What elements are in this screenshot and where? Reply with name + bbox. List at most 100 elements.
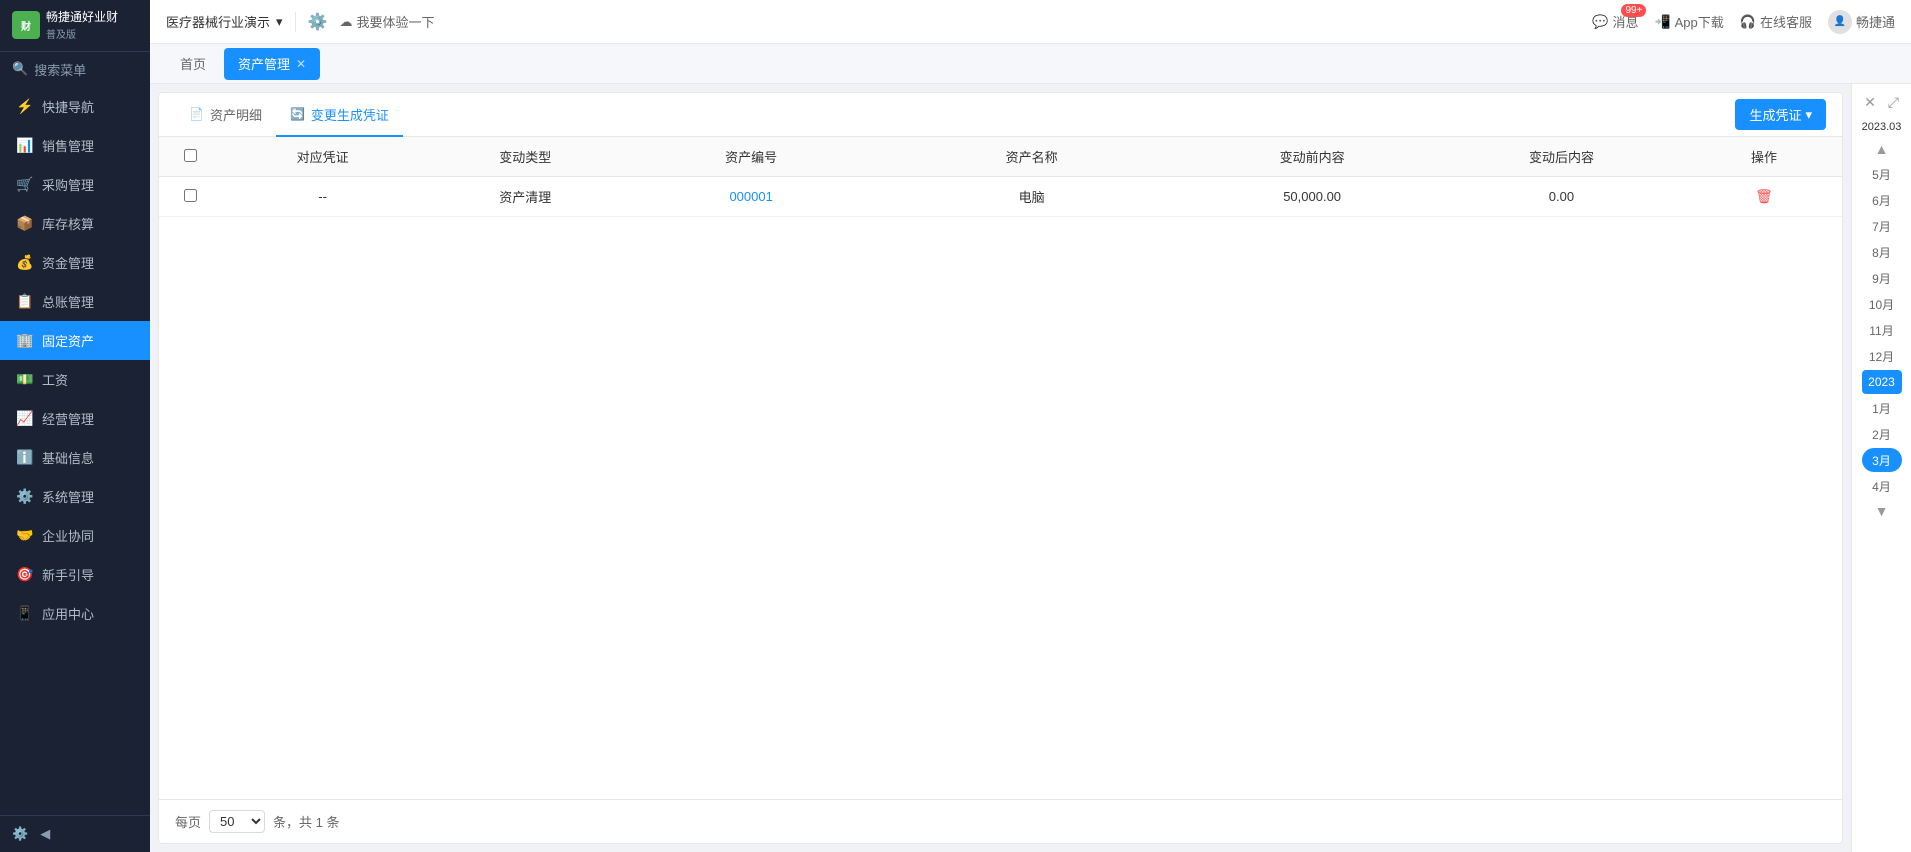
settings-gear-icon[interactable]: ⚙️ xyxy=(308,12,328,32)
content-area: 📄 资产明细 🔄 变更生成凭证 生成凭证 ▾ xyxy=(150,84,1911,852)
month-9[interactable]: 9月 xyxy=(1862,266,1902,290)
header-before: 变动前内容 xyxy=(1187,137,1436,177)
month-5[interactable]: 5月 xyxy=(1862,162,1902,186)
sidebar-item-purchase[interactable]: 🛒 采购管理 xyxy=(0,165,150,204)
sidebar-item-basic-info[interactable]: ℹ️ 基础信息 xyxy=(0,438,150,477)
download-icon: 📲 xyxy=(1654,14,1670,30)
logo-text-group: 畅捷通好业财 普及版 xyxy=(46,10,118,41)
header-name: 资产名称 xyxy=(876,137,1188,177)
sidebar-footer-icons: ⚙️ ◀ xyxy=(12,826,50,842)
sidebar-item-sales[interactable]: 📊 销售管理 xyxy=(0,126,150,165)
funds-icon: 💰 xyxy=(16,254,34,271)
topbar-divider xyxy=(295,12,296,32)
tab-home[interactable]: 首页 xyxy=(166,48,220,80)
sales-icon: 📊 xyxy=(16,137,34,154)
select-all-checkbox[interactable] xyxy=(184,149,197,162)
month-12[interactable]: 12月 xyxy=(1862,344,1902,368)
sidebar-item-inventory[interactable]: 📦 库存核算 xyxy=(0,204,150,243)
year-2023-label[interactable]: 2023 xyxy=(1862,370,1902,394)
table-row: -- 资产清理 000001 电脑 50,000.00 0.00 🗑 xyxy=(159,177,1842,217)
sidebar-item-salary[interactable]: 💵 工资 xyxy=(0,360,150,399)
header-checkbox-cell xyxy=(159,137,221,177)
sidebar-item-ledger[interactable]: 📋 总账管理 xyxy=(0,282,150,321)
salary-icon: 💵 xyxy=(16,371,34,388)
sidebar-item-label: 系统管理 xyxy=(42,487,94,506)
sidebar-item-fixed-assets[interactable]: 🏢 固定资产 xyxy=(0,321,150,360)
logo-icon: 财 xyxy=(12,11,40,39)
sub-tab-change-voucher[interactable]: 🔄 变更生成凭证 xyxy=(276,93,403,137)
sidebar-item-label: 库存核算 xyxy=(42,214,94,233)
cloud-icon: ☁ xyxy=(339,14,352,30)
sidebar-item-label: 企业协同 xyxy=(42,526,94,545)
home-label: 首页 xyxy=(180,54,206,73)
month-4[interactable]: 4月 xyxy=(1862,474,1902,498)
panel-expand-button[interactable]: ⤢ xyxy=(1884,92,1903,113)
experience-button[interactable]: ☁ 我要体验一下 xyxy=(339,12,434,31)
messages-button[interactable]: 💬 消息 99+ xyxy=(1592,12,1638,31)
sidebar-footer: ⚙️ ◀ xyxy=(0,815,150,852)
panel-close-button[interactable]: ✕ xyxy=(1860,92,1880,113)
app-download-button[interactable]: 📲 App下载 xyxy=(1654,12,1723,31)
collapse-icon[interactable]: ◀ xyxy=(40,826,50,842)
sidebar-item-label: 销售管理 xyxy=(42,136,94,155)
month-10[interactable]: 10月 xyxy=(1862,292,1902,316)
month-8[interactable]: 8月 xyxy=(1862,240,1902,264)
header-after: 变动后内容 xyxy=(1437,137,1686,177)
month-7[interactable]: 7月 xyxy=(1862,214,1902,238)
sub-tab-asset-detail[interactable]: 📄 资产明细 xyxy=(175,93,276,137)
sidebar-search[interactable]: 🔍 搜索菜单 xyxy=(0,52,150,87)
month-11[interactable]: 11月 xyxy=(1862,318,1902,342)
message-icon: 💬 xyxy=(1592,14,1608,30)
sidebar-item-cooperation[interactable]: 🤝 企业协同 xyxy=(0,516,150,555)
sidebar-logo: 财 畅捷通好业财 普及版 xyxy=(0,0,150,52)
settings-icon[interactable]: ⚙️ xyxy=(12,826,28,842)
month-6[interactable]: 6月 xyxy=(1862,188,1902,212)
sidebar-item-quick-nav[interactable]: ⚡ 快捷导航 xyxy=(0,87,150,126)
user-menu[interactable]: 👤 畅捷通 xyxy=(1828,10,1895,34)
inventory-icon: 📦 xyxy=(16,215,34,232)
header-code: 资产编号 xyxy=(626,137,875,177)
month-2[interactable]: 2月 xyxy=(1862,422,1902,446)
logo-title: 畅捷通好业财 xyxy=(46,10,118,26)
headset-icon: 🎧 xyxy=(1740,14,1756,30)
sidebar-item-app-center[interactable]: 📱 应用中心 xyxy=(0,594,150,633)
topbar: 医疗器械行业演示 ▾ ⚙️ ☁ 我要体验一下 💬 消息 99+ 📲 App下载 … xyxy=(150,0,1911,44)
sidebar-item-label: 经营管理 xyxy=(42,409,94,428)
row-code[interactable]: 000001 xyxy=(626,177,875,217)
customer-service-button[interactable]: 🎧 在线客服 xyxy=(1740,12,1812,31)
tab-asset-management[interactable]: 资产管理 ✕ xyxy=(224,48,320,80)
header-voucher: 对应凭证 xyxy=(221,137,424,177)
header-type: 变动类型 xyxy=(424,137,627,177)
company-selector[interactable]: 医疗器械行业演示 ▾ xyxy=(166,12,283,31)
next-arrow[interactable]: ▼ xyxy=(1871,499,1893,523)
messages-badge: 99+ xyxy=(1621,4,1646,17)
sidebar-item-label: 快捷导航 xyxy=(42,97,94,116)
operations-icon: 📈 xyxy=(16,410,34,427)
prev-arrow[interactable]: ▲ xyxy=(1871,137,1893,161)
sub-tab-label: 变更生成凭证 xyxy=(311,105,389,124)
tab-close-icon[interactable]: ✕ xyxy=(296,57,306,71)
topbar-right: 💬 消息 99+ 📲 App下载 🎧 在线客服 👤 畅捷通 xyxy=(1592,10,1895,34)
month-1[interactable]: 1月 xyxy=(1862,396,1902,420)
app-download-label: App下载 xyxy=(1675,12,1724,31)
month-3[interactable]: 3月 xyxy=(1862,448,1902,472)
generate-voucher-button[interactable]: 生成凭证 ▾ xyxy=(1735,99,1826,130)
sidebar-item-label: 应用中心 xyxy=(42,604,94,623)
delete-icon[interactable]: 🗑 xyxy=(1755,188,1773,204)
sidebar-item-operations[interactable]: 📈 经营管理 xyxy=(0,399,150,438)
cooperation-icon: 🤝 xyxy=(16,527,34,544)
sidebar-item-guide[interactable]: 🎯 新手引导 xyxy=(0,555,150,594)
page-size-select[interactable]: 50 10 20 100 xyxy=(209,810,265,833)
row-checkbox[interactable] xyxy=(184,189,197,202)
row-voucher: -- xyxy=(221,177,424,217)
sidebar-nav: ⚡ 快捷导航 📊 销售管理 🛒 采购管理 📦 库存核算 💰 资金管理 📋 总账管… xyxy=(0,87,150,815)
ledger-icon: 📋 xyxy=(16,293,34,310)
fixed-assets-icon: 🏢 xyxy=(16,332,34,349)
sidebar-item-system[interactable]: ⚙️ 系统管理 xyxy=(0,477,150,516)
purchase-icon: 🛒 xyxy=(16,176,34,193)
sub-tab-label: 资产明细 xyxy=(210,105,262,124)
experience-label: 我要体验一下 xyxy=(356,12,434,31)
company-name: 医疗器械行业演示 xyxy=(166,12,270,31)
avatar: 👤 xyxy=(1828,10,1852,34)
sidebar-item-funds[interactable]: 💰 资金管理 xyxy=(0,243,150,282)
